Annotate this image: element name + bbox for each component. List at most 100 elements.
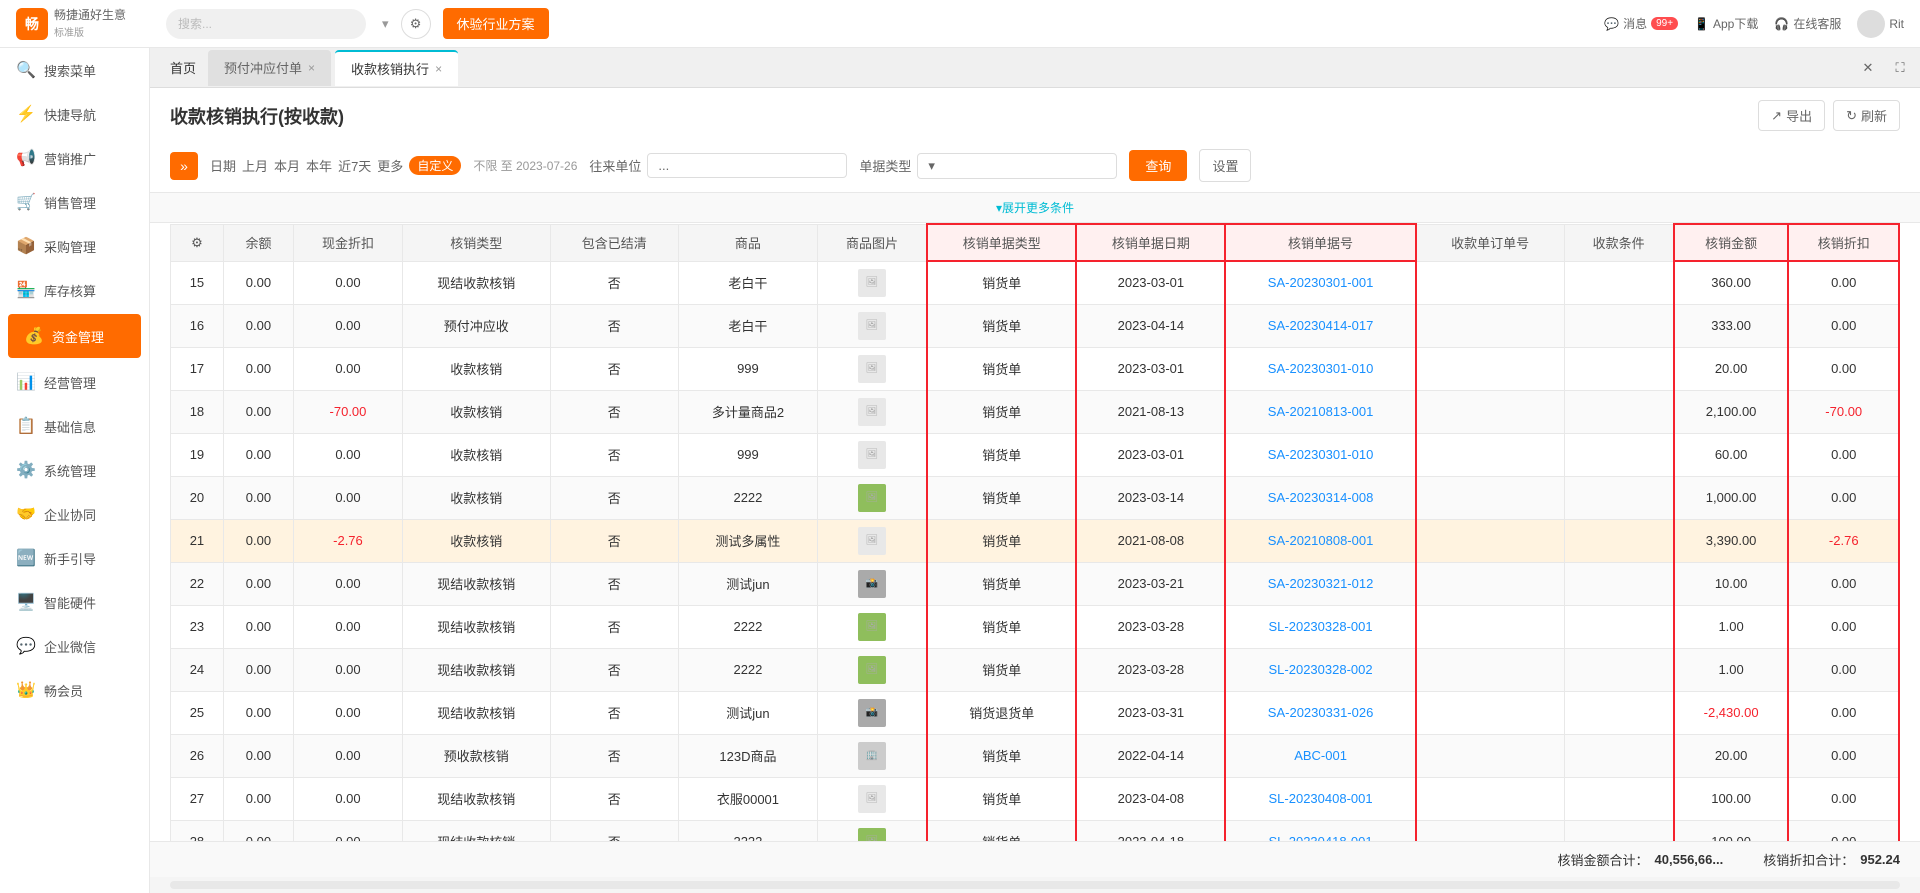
- row-doc-no[interactable]: SA-20230331-026: [1225, 691, 1415, 734]
- sidebar-item-system[interactable]: ⚙️ 系统管理: [0, 448, 149, 492]
- app-download[interactable]: 📱 App下载: [1694, 15, 1758, 32]
- sidebar-item-guide[interactable]: 🆕 新手引导: [0, 536, 149, 580]
- row-doc-no[interactable]: ABC-001: [1225, 734, 1415, 777]
- row-doc-no[interactable]: SL-20230328-001: [1225, 605, 1415, 648]
- table-row: 24 0.00 0.00 现结收款核销 否 2222 🖼 销货单 2023-03…: [171, 648, 1900, 691]
- table-row: 26 0.00 0.00 预收款核销 否 123D商品 🏢 销货单 2022-0…: [171, 734, 1900, 777]
- row-doc-no[interactable]: SL-20230328-002: [1225, 648, 1415, 691]
- row-doc-no[interactable]: SL-20230418-001: [1225, 820, 1415, 841]
- settings-icon[interactable]: ⚙: [401, 9, 431, 39]
- row-doc-no[interactable]: SA-20230321-012: [1225, 562, 1415, 605]
- row-doc-no[interactable]: SA-20230314-008: [1225, 476, 1415, 519]
- row-discount: 0.00: [294, 562, 403, 605]
- service-item[interactable]: 🎧 在线客服: [1774, 15, 1841, 32]
- tab-home[interactable]: 首页: [158, 50, 208, 86]
- sidebar-item-purchase[interactable]: 📦 采购管理: [0, 224, 149, 268]
- horizontal-scrollbar[interactable]: [170, 881, 1900, 889]
- doc-no-link[interactable]: SA-20230414-017: [1268, 318, 1374, 333]
- date-this-month[interactable]: 本月: [274, 156, 300, 175]
- doc-no-link[interactable]: SA-20230301-001: [1268, 275, 1374, 290]
- tab-prepay-close-icon[interactable]: ×: [308, 61, 315, 75]
- sidebar-item-corp[interactable]: 🤝 企业协同: [0, 492, 149, 536]
- row-doc-no[interactable]: SA-20210813-001: [1225, 390, 1415, 433]
- date-7days[interactable]: 近7天: [338, 156, 371, 175]
- row-order-no: [1416, 433, 1564, 476]
- message-item[interactable]: 💬 消息 99+: [1604, 15, 1678, 32]
- tab-writeoff-close-icon[interactable]: ×: [435, 62, 442, 76]
- row-doc-type: 销货单: [927, 562, 1076, 605]
- refresh-button[interactable]: ↻ 刷新: [1833, 100, 1900, 131]
- row-product: 2222: [678, 476, 817, 519]
- row-condition: [1564, 476, 1674, 519]
- doc-no-link[interactable]: ABC-001: [1294, 748, 1347, 763]
- top-center: 搜索... ▾ ⚙ 休验行业方案: [166, 8, 1604, 39]
- row-discount: 0.00: [294, 304, 403, 347]
- sidebar-item-wechat[interactable]: 💬 企业微信: [0, 624, 149, 668]
- table-row: 21 0.00 -2.76 收款核销 否 测试多属性 🖼 销货单 2021-08…: [171, 519, 1900, 562]
- date-prev-month[interactable]: 上月: [242, 156, 268, 175]
- filter-expand-button[interactable]: »: [170, 152, 198, 180]
- date-custom[interactable]: 自定义: [409, 156, 461, 175]
- tab-writeoff[interactable]: 收款核销执行 ×: [335, 50, 458, 86]
- row-doc-no[interactable]: SA-20210808-001: [1225, 519, 1415, 562]
- row-order-no: [1416, 648, 1564, 691]
- quick-icon: ⚡: [16, 104, 36, 124]
- table-row: 15 0.00 0.00 现结收款核销 否 老白干 🖼 销货单 2023-03-…: [171, 261, 1900, 304]
- sidebar-item-hardware[interactable]: 🖥️ 智能硬件: [0, 580, 149, 624]
- row-doc-no[interactable]: SA-20230301-010: [1225, 433, 1415, 476]
- sidebar-item-search[interactable]: 🔍 搜索菜单: [0, 48, 149, 92]
- sidebar-item-inventory[interactable]: 🏪 库存核算: [0, 268, 149, 312]
- row-product-img: 🖼: [817, 476, 927, 519]
- sidebar-label-basic: 基础信息: [44, 417, 96, 436]
- doc-no-link[interactable]: SA-20230301-010: [1268, 447, 1374, 462]
- doc-no-link[interactable]: SL-20230328-001: [1269, 619, 1373, 634]
- doc-no-link[interactable]: SL-20230328-002: [1269, 662, 1373, 677]
- sidebar-item-member[interactable]: 👑 畅会员: [0, 668, 149, 712]
- row-num: 21: [171, 519, 224, 562]
- tab-prepay[interactable]: 预付冲应付单 ×: [208, 50, 331, 86]
- partner-input[interactable]: ...: [647, 153, 847, 178]
- row-doc-no[interactable]: SL-20230408-001: [1225, 777, 1415, 820]
- sidebar-item-finance[interactable]: 💰 资金管理: [8, 314, 141, 358]
- doc-no-link[interactable]: SA-20230331-026: [1268, 705, 1374, 720]
- table-row: 18 0.00 -70.00 收款核销 否 多计量商品2 🖼 销货单 2021-…: [171, 390, 1900, 433]
- sidebar-item-sales[interactable]: 🛒 销售管理: [0, 180, 149, 224]
- doc-no-link[interactable]: SA-20230321-012: [1268, 576, 1374, 591]
- date-label: 日期: [210, 156, 236, 175]
- row-doc-no[interactable]: SA-20230301-010: [1225, 347, 1415, 390]
- row-balance: 0.00: [223, 519, 293, 562]
- sidebar-item-basic[interactable]: 📋 基础信息: [0, 404, 149, 448]
- message-badge: 99+: [1651, 17, 1678, 30]
- col-settings[interactable]: ⚙: [171, 224, 224, 261]
- tab-maximize-icon[interactable]: ⛶: [1888, 56, 1912, 80]
- logo-area: 畅 畅捷通好生意 标准版: [16, 8, 166, 40]
- date-this-year[interactable]: 本年: [306, 156, 332, 175]
- date-more[interactable]: 更多: [377, 156, 403, 175]
- type-select[interactable]: ▾: [917, 153, 1117, 179]
- export-button[interactable]: ↗ 导出: [1758, 100, 1825, 131]
- row-type: 现结收款核销: [402, 648, 550, 691]
- doc-no-link[interactable]: SA-20210813-001: [1268, 404, 1374, 419]
- doc-no-link[interactable]: SA-20230314-008: [1268, 490, 1374, 505]
- row-num: 27: [171, 777, 224, 820]
- row-type: 预收款核销: [402, 734, 550, 777]
- doc-no-link[interactable]: SA-20230301-010: [1268, 361, 1374, 376]
- search-bar[interactable]: 搜索...: [166, 9, 366, 39]
- user-item[interactable]: Rit: [1857, 10, 1904, 38]
- row-doc-no[interactable]: SA-20230301-001: [1225, 261, 1415, 304]
- sidebar-item-marketing[interactable]: 📢 营销推广: [0, 136, 149, 180]
- sidebar-item-quick[interactable]: ⚡ 快捷导航: [0, 92, 149, 136]
- dropdown-arrow-icon[interactable]: ▾: [382, 16, 389, 32]
- query-button[interactable]: 查询: [1129, 150, 1187, 181]
- doc-no-link[interactable]: SA-20210808-001: [1268, 533, 1374, 548]
- setting-button[interactable]: 设置: [1199, 149, 1251, 182]
- row-product: 多计量商品2: [678, 390, 817, 433]
- expand-conditions-bar[interactable]: ▾ 展开更多条件: [150, 193, 1920, 223]
- industry-btn[interactable]: 休验行业方案: [443, 8, 549, 39]
- doc-no-link[interactable]: SL-20230408-001: [1269, 791, 1373, 806]
- row-settled: 否: [550, 433, 678, 476]
- doc-no-link[interactable]: SL-20230418-001: [1269, 834, 1373, 841]
- row-doc-no[interactable]: SA-20230414-017: [1225, 304, 1415, 347]
- tab-close-all-icon[interactable]: ✕: [1856, 56, 1880, 80]
- sidebar-item-business[interactable]: 📊 经营管理: [0, 360, 149, 404]
